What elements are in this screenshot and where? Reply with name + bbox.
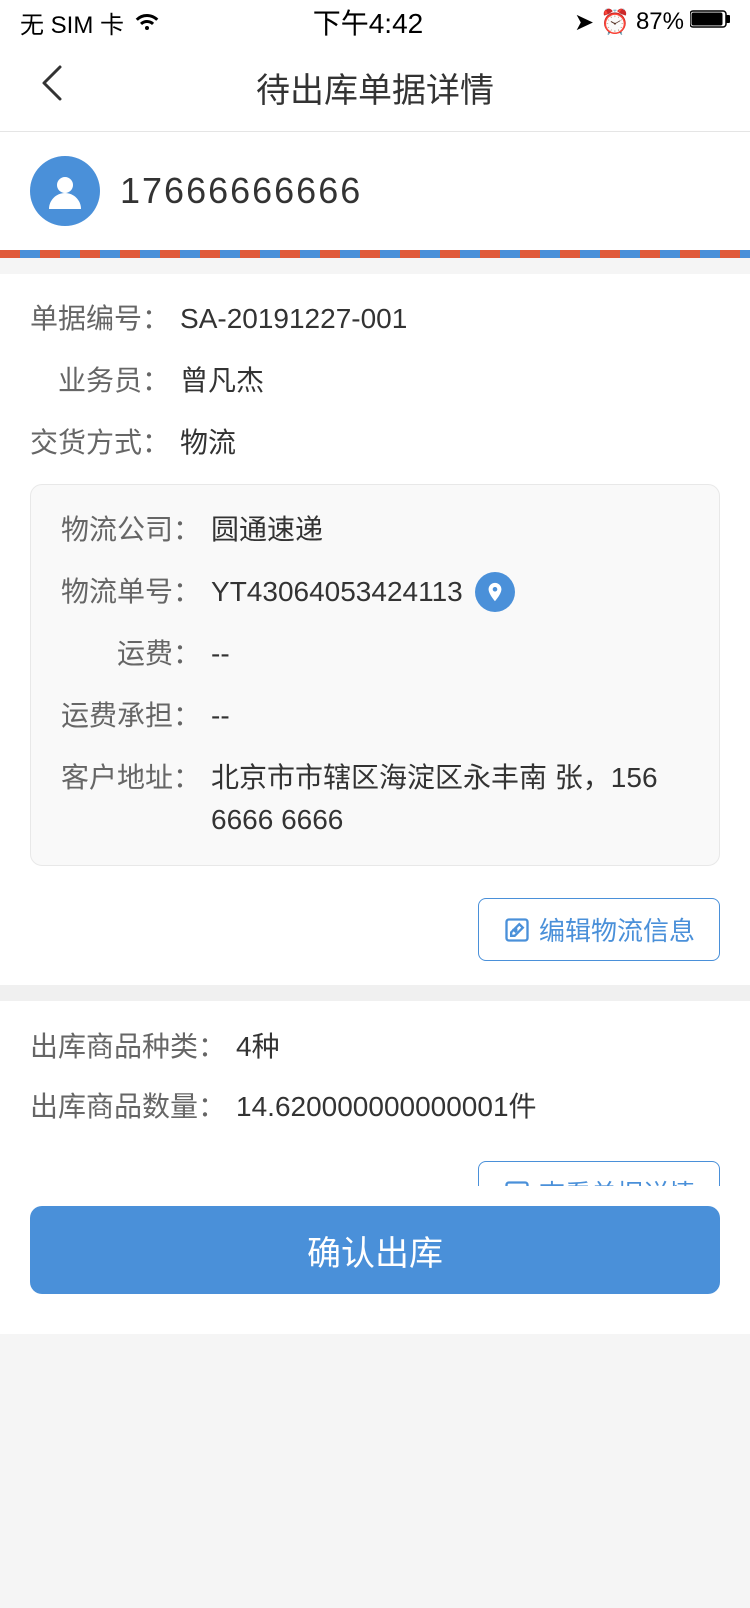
carrier-text: 无 SIM 卡 <box>20 5 124 40</box>
freight-bearer-row: 运费承担： -- <box>61 695 689 737</box>
freight-bearer-label: 运费承担： <box>61 695 201 737</box>
product-types-row: 出库商品种类： 4种 <box>30 1025 720 1065</box>
bottom-bar: 确认出库 <box>0 1186 750 1334</box>
page-title: 待出库单据详情 <box>256 63 494 112</box>
company-value: 圆通速递 <box>211 509 689 551</box>
status-left: 无 SIM 卡 <box>20 5 162 40</box>
alarm-icon: ⏰ <box>600 8 630 37</box>
battery-icon <box>690 8 730 36</box>
company-row: 物流公司： 圆通速递 <box>61 509 689 551</box>
product-qty-row: 出库商品数量： 14.620000000000001件 <box>30 1085 720 1125</box>
delivery-row: 交货方式： 物流 <box>30 422 720 464</box>
edit-btn-container: 编辑物流信息 <box>30 882 720 961</box>
delivery-label: 交货方式： <box>30 422 170 464</box>
section-divider <box>0 985 750 1001</box>
tracking-no-text: YT43064053424113 <box>211 571 463 613</box>
order-no-row: 单据编号： SA-20191227-001 <box>30 298 720 340</box>
address-label: 客户地址： <box>61 757 201 799</box>
order-no-value: SA-20191227-001 <box>180 298 720 340</box>
product-qty-label: 出库商品数量： <box>30 1085 226 1125</box>
battery-text: 87% <box>636 8 684 36</box>
edit-logistics-button[interactable]: 编辑物流信息 <box>478 898 720 961</box>
tracking-label: 物流单号： <box>61 571 201 613</box>
salesman-value: 曾凡杰 <box>180 360 720 402</box>
product-types-label: 出库商品种类： <box>30 1025 226 1065</box>
status-right: ➤ ⏰ 87% <box>574 8 730 37</box>
status-bar: 无 SIM 卡 下午4:42 ➤ ⏰ 87% <box>0 0 750 44</box>
edit-logistics-label: 编辑物流信息 <box>539 911 695 948</box>
customer-phone: 17666666666 <box>120 170 362 212</box>
freight-label: 运费： <box>61 633 201 675</box>
order-info-section: 单据编号： SA-20191227-001 业务员： 曾凡杰 交货方式： 物流 … <box>0 274 750 985</box>
wifi-icon <box>132 8 162 37</box>
map-pin-icon[interactable] <box>475 572 515 612</box>
avatar <box>30 156 100 226</box>
nav-bar: 待出库单据详情 <box>0 44 750 132</box>
tracking-row: 物流单号： YT43064053424113 <box>61 571 689 613</box>
order-no-label: 单据编号： <box>30 298 170 340</box>
company-label: 物流公司： <box>61 509 201 551</box>
back-button[interactable] <box>30 53 74 122</box>
address-value: 北京市市辖区海淀区永丰南 张，156 6666 6666 <box>211 757 689 841</box>
confirm-btn-label: 确认出库 <box>307 1226 443 1275</box>
address-row: 客户地址： 北京市市辖区海淀区永丰南 张，156 6666 6666 <box>61 757 689 841</box>
confirm-outbound-button[interactable]: 确认出库 <box>30 1206 720 1294</box>
logistics-card: 物流公司： 圆通速递 物流单号： YT43064053424113 运费： -- <box>30 484 720 866</box>
dashed-divider <box>0 250 750 258</box>
freight-value: -- <box>211 633 689 675</box>
product-types-value: 4种 <box>236 1025 280 1065</box>
salesman-row: 业务员： 曾凡杰 <box>30 360 720 402</box>
location-icon: ➤ <box>574 8 594 37</box>
tracking-value-container: YT43064053424113 <box>211 571 689 613</box>
status-time: 下午4:42 <box>313 2 424 42</box>
customer-header: 17666666666 <box>0 132 750 250</box>
salesman-label: 业务员： <box>30 360 170 402</box>
freight-bearer-value: -- <box>211 695 689 737</box>
main-content: 17666666666 单据编号： SA-20191227-001 业务员： 曾… <box>0 132 750 1608</box>
delivery-value: 物流 <box>180 422 720 464</box>
freight-row: 运费： -- <box>61 633 689 675</box>
product-qty-value: 14.620000000000001件 <box>236 1085 537 1125</box>
